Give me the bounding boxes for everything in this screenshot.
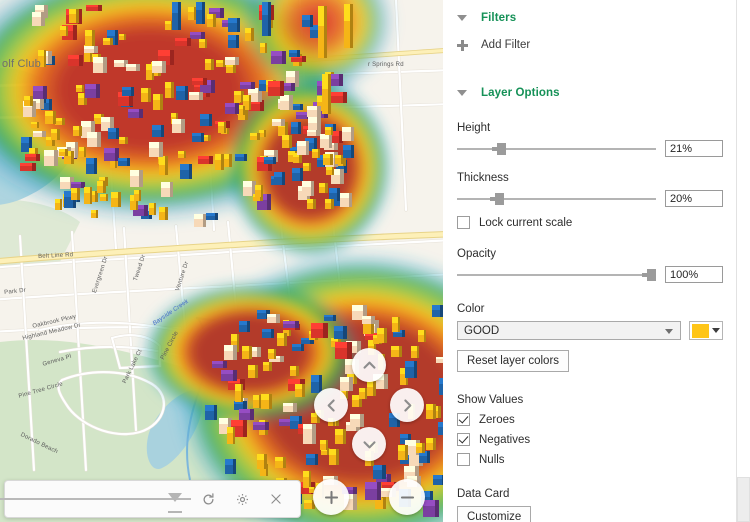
slider-track: [457, 147, 656, 150]
thickness-label: Thickness: [457, 172, 509, 184]
layer-options-section-header[interactable]: Layer Options: [443, 80, 737, 106]
chevron-down-icon: [362, 440, 376, 448]
chevron-down-icon: [665, 329, 673, 334]
panel-scrollbar[interactable]: [737, 0, 750, 522]
lock-current-scale-checkbox[interactable]: Lock current scale: [457, 216, 723, 229]
checkbox-label: Nulls: [479, 453, 505, 466]
close-icon: [271, 494, 281, 504]
triangle-down-icon: [457, 15, 467, 21]
color-swatch-button[interactable]: [689, 321, 723, 340]
checkbox-label: Negatives: [479, 433, 531, 446]
opacity-slider[interactable]: [457, 267, 656, 283]
color-select-value: GOOD: [464, 325, 500, 337]
refresh-button[interactable]: [191, 482, 225, 516]
filters-section-title: Filters: [481, 12, 517, 24]
height-slider[interactable]: [457, 141, 656, 157]
slider-track: [457, 197, 656, 200]
add-filter-label: Add Filter: [481, 39, 531, 51]
street-label: Dorado Beach: [19, 432, 59, 456]
map-pan-left-button[interactable]: [314, 388, 348, 422]
thickness-field: Thickness 20% Lock current scale: [443, 172, 737, 229]
show-values-field: Show Values Zeroes Negatives Nulls: [443, 394, 737, 466]
map-pan-right-button[interactable]: [390, 388, 424, 422]
show-values-checkbox-zeroes[interactable]: Zeroes: [457, 413, 723, 426]
height-field: Height 21%: [443, 122, 737, 157]
close-button[interactable]: [259, 482, 293, 516]
street-label: Venture Dr: [175, 260, 191, 292]
height-label: Height: [457, 122, 491, 134]
color-swatch: [692, 323, 709, 338]
street-label: Tweed Dr: [133, 254, 148, 282]
water-label: Bayside Creek: [152, 298, 190, 327]
triangle-down-icon: [457, 90, 467, 96]
slider-thumb[interactable]: [168, 493, 182, 513]
color-select[interactable]: GOOD: [457, 321, 681, 340]
opacity-label: Opacity: [457, 248, 496, 260]
add-filter-button[interactable]: Add Filter: [443, 33, 737, 57]
checkbox-box: [457, 453, 470, 466]
checkbox-label: Zeroes: [479, 413, 515, 426]
chevron-right-icon: [403, 398, 411, 412]
opacity-field: Opacity 100%: [443, 248, 737, 283]
street-label: Geneva Pl: [42, 353, 73, 368]
place-label: olf Club: [2, 58, 41, 70]
map-canvas[interactable]: olf Club r Springs Rd Belt Line Rd Park Dr E…: [0, 0, 443, 522]
minus-icon: [400, 495, 414, 499]
thickness-value-input[interactable]: 20%: [665, 190, 723, 207]
layer-options-section-title: Layer Options: [481, 87, 560, 99]
street-label: Park Dr: [4, 287, 27, 296]
color-label: Color: [457, 303, 485, 315]
slider-track: [457, 273, 656, 276]
map-bottom-toolbar: [0, 480, 301, 518]
street-label: Evergreen Dr: [92, 255, 110, 294]
height-slider-thumb[interactable]: [492, 142, 506, 155]
lock-current-scale-label: Lock current scale: [479, 216, 573, 229]
opacity-slider-thumb[interactable]: [642, 268, 656, 281]
chevron-up-icon: [362, 361, 376, 369]
color-field: Color GOOD Reset layer colors: [443, 303, 737, 372]
refresh-icon: [203, 492, 214, 505]
layer-properties-panel: Filters Add Filter Layer Options Height: [443, 0, 750, 522]
chevron-down-icon: [712, 328, 720, 333]
street-label: r Springs Rd: [368, 62, 404, 68]
thickness-slider[interactable]: [457, 191, 656, 207]
show-values-label: Show Values: [457, 394, 524, 406]
data-card-label: Data Card: [457, 488, 510, 500]
map-pan-down-button[interactable]: [352, 427, 386, 461]
chevron-left-icon: [327, 398, 335, 412]
map-zoom-out-button[interactable]: [389, 479, 425, 515]
show-values-checkbox-negatives[interactable]: Negatives: [457, 433, 723, 446]
gear-icon: [236, 493, 248, 505]
data-card-field: Data Card Customize: [443, 488, 737, 522]
opacity-value-input[interactable]: 100%: [665, 266, 723, 283]
thickness-slider-thumb[interactable]: [490, 192, 504, 205]
filters-section-header[interactable]: Filters: [443, 5, 737, 31]
reset-layer-colors-button[interactable]: Reset layer colors: [457, 350, 570, 372]
panel-scrollbar-thumb[interactable]: [737, 477, 750, 522]
checkbox-box: [457, 413, 470, 426]
street-label: Pine Tree Circle: [18, 381, 64, 400]
plus-icon: [457, 39, 468, 51]
show-values-list: Zeroes Negatives Nulls: [457, 413, 723, 466]
map-zoom-in-button[interactable]: [313, 479, 349, 515]
plus-icon: [324, 490, 338, 504]
customize-button[interactable]: Customize: [457, 506, 532, 522]
street-label: Park Lake Ct: [122, 348, 144, 385]
slider-track: [0, 498, 191, 500]
street-label: Belt Line Rd: [38, 252, 74, 260]
checkbox-box: [457, 216, 470, 229]
app-root: olf Club r Springs Rd Belt Line Rd Park Dr E…: [0, 0, 750, 522]
height-value-input[interactable]: 21%: [665, 140, 723, 157]
street-label: Pine Circle: [160, 330, 180, 361]
checkbox-box: [457, 433, 470, 446]
map-timeline-slider[interactable]: [0, 489, 191, 513]
show-values-checkbox-nulls[interactable]: Nulls: [457, 453, 723, 466]
map-pan-up-button[interactable]: [352, 348, 386, 382]
settings-button[interactable]: [225, 482, 259, 516]
